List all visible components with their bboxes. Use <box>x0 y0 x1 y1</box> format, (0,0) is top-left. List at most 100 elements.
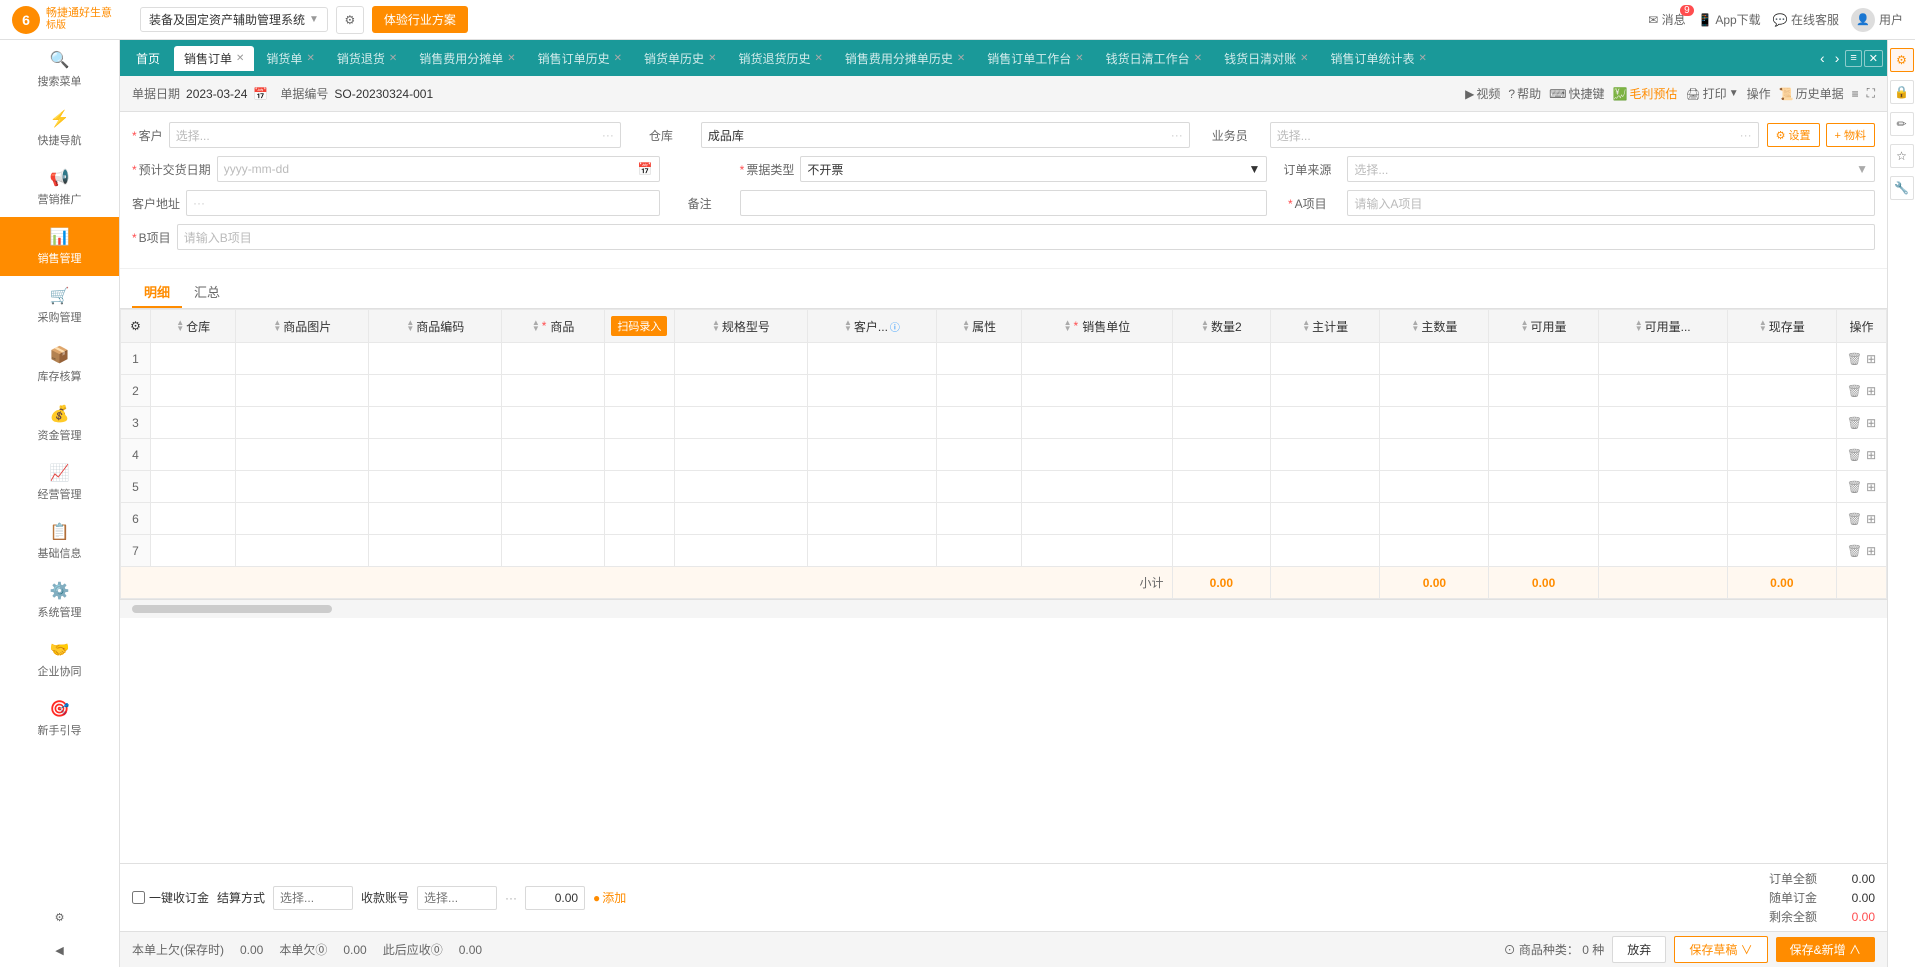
row-current-stock[interactable] <box>1727 407 1836 439</box>
tab-close-icon[interactable]: ✕ <box>614 53 622 64</box>
row-product[interactable] <box>502 407 605 439</box>
operate-button[interactable]: 操作 <box>1747 85 1771 102</box>
row-product-code[interactable] <box>369 439 502 471</box>
row-sales-unit[interactable] <box>1022 471 1172 503</box>
row-product[interactable] <box>502 471 605 503</box>
row-scan[interactable] <box>604 343 674 375</box>
row-spec-model[interactable] <box>674 471 807 503</box>
tab-order-workbench[interactable]: 销售订单工作台 ✕ <box>977 46 1093 71</box>
delete-row-icon[interactable]: 🗑 <box>1847 480 1862 494</box>
sidebar-item-operations[interactable]: 📈 经营管理 <box>0 453 119 512</box>
row-available2[interactable] <box>1598 375 1727 407</box>
row-current-stock[interactable] <box>1727 343 1836 375</box>
row-main-unit[interactable] <box>1271 375 1380 407</box>
sidebar-item-purchase[interactable]: 🛒 采购管理 <box>0 276 119 335</box>
tab-sales-expense[interactable]: 销售费用分摊单 ✕ <box>409 46 525 71</box>
tab-sales-order-history[interactable]: 销售订单历史 ✕ <box>528 46 632 71</box>
tab-menu-button[interactable]: ≡ <box>1845 50 1861 67</box>
tab-cash-account[interactable]: 钱货日清对账 ✕ <box>1214 46 1318 71</box>
row-available1[interactable] <box>1489 471 1598 503</box>
row-product-image[interactable] <box>236 439 369 471</box>
copy-row-icon[interactable]: ⊞ <box>1866 512 1876 526</box>
sidebar-item-enterprise[interactable]: 🤝 企业协同 <box>0 630 119 689</box>
row-spec-model[interactable] <box>674 439 807 471</box>
scan-input-button[interactable]: 扫码录入 <box>611 316 667 336</box>
detail-tab-summary[interactable]: 汇总 <box>182 277 232 308</box>
row-product[interactable] <box>502 343 605 375</box>
sidebar-item-base-info[interactable]: 📋 基础信息 <box>0 512 119 571</box>
row-sales-unit[interactable] <box>1022 343 1172 375</box>
row-main-unit[interactable] <box>1271 471 1380 503</box>
row-quantity2[interactable] <box>1172 343 1271 375</box>
row-attribute[interactable] <box>936 343 1021 375</box>
right-icon-settings[interactable]: ⚙ <box>1890 48 1914 72</box>
tab-close-icon[interactable]: ✕ <box>389 53 397 64</box>
row-warehouse[interactable] <box>151 439 236 471</box>
row-scan[interactable] <box>604 439 674 471</box>
row-main-unit[interactable] <box>1271 407 1380 439</box>
copy-row-icon[interactable]: ⊞ <box>1866 480 1876 494</box>
row-current-stock[interactable] <box>1727 503 1836 535</box>
order-source-input[interactable]: 选择... ▼ <box>1347 156 1875 182</box>
row-customer-info[interactable] <box>807 407 936 439</box>
row-customer-info[interactable] <box>807 343 936 375</box>
row-product-code[interactable] <box>369 503 502 535</box>
settle-method-input[interactable] <box>273 886 353 910</box>
a-project-input[interactable]: 请输入A项目 <box>1347 190 1875 216</box>
tab-cash-workbench[interactable]: 钱货日清工作台 ✕ <box>1096 46 1212 71</box>
tab-close-icon[interactable]: ✕ <box>1300 53 1308 64</box>
row-product-code[interactable] <box>369 471 502 503</box>
app-selector[interactable]: 装备及固定资产辅助管理系统 ▼ <box>140 7 328 32</box>
tab-close-icon[interactable]: ✕ <box>1075 53 1083 64</box>
row-main-quantity[interactable] <box>1380 375 1489 407</box>
row-main-quantity[interactable] <box>1380 407 1489 439</box>
row-warehouse[interactable] <box>151 375 236 407</box>
row-scan[interactable] <box>604 535 674 567</box>
profit-button[interactable]: 💹 毛利预估 <box>1612 85 1677 102</box>
right-icon-lock[interactable]: 🔒 <box>1890 80 1914 104</box>
row-quantity2[interactable] <box>1172 503 1271 535</box>
row-attribute[interactable] <box>936 503 1021 535</box>
copy-row-icon[interactable]: ⊞ <box>1866 448 1876 462</box>
copy-row-icon[interactable]: ⊞ <box>1866 544 1876 558</box>
row-product-image[interactable] <box>236 471 369 503</box>
row-main-unit[interactable] <box>1271 535 1380 567</box>
online-service-link[interactable]: 💬 在线客服 <box>1773 11 1839 28</box>
row-customer-info[interactable] <box>807 503 936 535</box>
quick-order-checkbox[interactable]: 一键收订金 <box>132 889 209 906</box>
row-main-unit[interactable] <box>1271 343 1380 375</box>
tab-close-icon[interactable]: ✕ <box>1419 53 1427 64</box>
row-product-image[interactable] <box>236 407 369 439</box>
row-product[interactable] <box>502 439 605 471</box>
tab-expense-history[interactable]: 销售费用分摊单历史 ✕ <box>835 46 975 71</box>
row-customer-info[interactable] <box>807 375 936 407</box>
row-sales-unit[interactable] <box>1022 407 1172 439</box>
row-main-quantity[interactable] <box>1380 439 1489 471</box>
row-product-code[interactable] <box>369 343 502 375</box>
sidebar-item-system[interactable]: ⚙️ 系统管理 <box>0 571 119 630</box>
row-main-quantity[interactable] <box>1380 503 1489 535</box>
row-main-unit[interactable] <box>1271 439 1380 471</box>
row-attribute[interactable] <box>936 471 1021 503</box>
row-available2[interactable] <box>1598 407 1727 439</box>
user-avatar[interactable]: 👤 用户 <box>1851 8 1903 32</box>
row-product[interactable] <box>502 375 605 407</box>
row-attribute[interactable] <box>936 375 1021 407</box>
row-warehouse[interactable] <box>151 343 236 375</box>
receipt-account-input[interactable] <box>417 886 497 910</box>
row-customer-info[interactable] <box>807 439 936 471</box>
row-attribute[interactable] <box>936 439 1021 471</box>
row-available2[interactable] <box>1598 343 1727 375</box>
calendar-icon[interactable]: 📅 <box>253 87 268 101</box>
row-available2[interactable] <box>1598 535 1727 567</box>
row-spec-model[interactable] <box>674 375 807 407</box>
row-attribute[interactable] <box>936 535 1021 567</box>
row-quantity2[interactable] <box>1172 439 1271 471</box>
copy-row-icon[interactable]: ⊞ <box>1866 416 1876 430</box>
row-sales-unit[interactable] <box>1022 439 1172 471</box>
row-product-code[interactable] <box>369 407 502 439</box>
row-quantity2[interactable] <box>1172 375 1271 407</box>
fullscreen-button[interactable]: ⛶ <box>1867 86 1875 101</box>
quick-order-checkbox-input[interactable] <box>132 891 145 904</box>
tab-sales-return-history[interactable]: 销货单历史 ✕ <box>634 46 726 71</box>
